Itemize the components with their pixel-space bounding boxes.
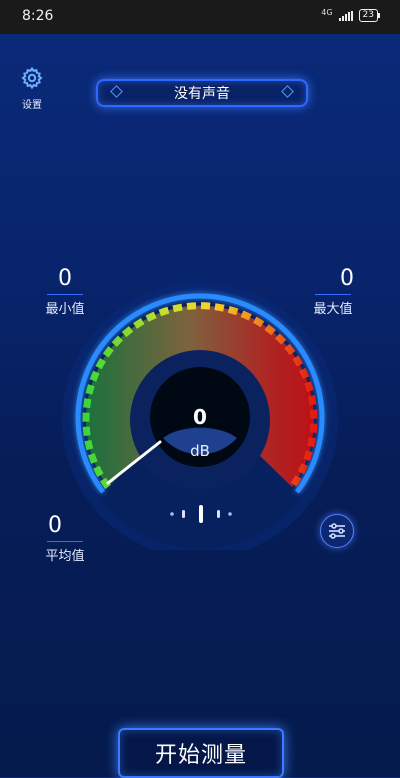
network-type: 4G bbox=[321, 7, 333, 17]
status-icons: 4G 23 bbox=[321, 7, 381, 22]
wave-dot bbox=[228, 512, 232, 516]
settings-label: 设置 bbox=[22, 100, 42, 111]
start-measure-label: 开始测量 bbox=[154, 743, 247, 768]
sound-status-box: 没有声音 bbox=[96, 79, 308, 107]
settings-button[interactable]: 设置 bbox=[14, 66, 50, 111]
wave-bar bbox=[217, 510, 220, 518]
signal-icon bbox=[338, 10, 353, 21]
waveform-indicator bbox=[170, 505, 232, 523]
sliders-icon bbox=[329, 523, 345, 539]
sound-status-text: 没有声音 bbox=[174, 86, 230, 102]
status-time: 8:26 bbox=[22, 8, 54, 24]
start-measure-button[interactable]: 开始测量 bbox=[118, 728, 284, 778]
gauge-unit: dB bbox=[190, 442, 210, 460]
diamond-left-icon bbox=[110, 85, 123, 98]
wave-bar bbox=[182, 510, 185, 518]
battery-icon: 23 bbox=[358, 9, 381, 22]
diamond-right-icon bbox=[281, 85, 294, 98]
battery-level: 23 bbox=[362, 10, 374, 20]
adjust-button[interactable] bbox=[320, 514, 354, 548]
wave-dot bbox=[170, 512, 174, 516]
status-bar: 8:26 4G 23 bbox=[0, 0, 400, 34]
gauge-value: 0 bbox=[193, 405, 207, 429]
gear-icon bbox=[21, 66, 43, 90]
wave-bar bbox=[199, 505, 203, 523]
